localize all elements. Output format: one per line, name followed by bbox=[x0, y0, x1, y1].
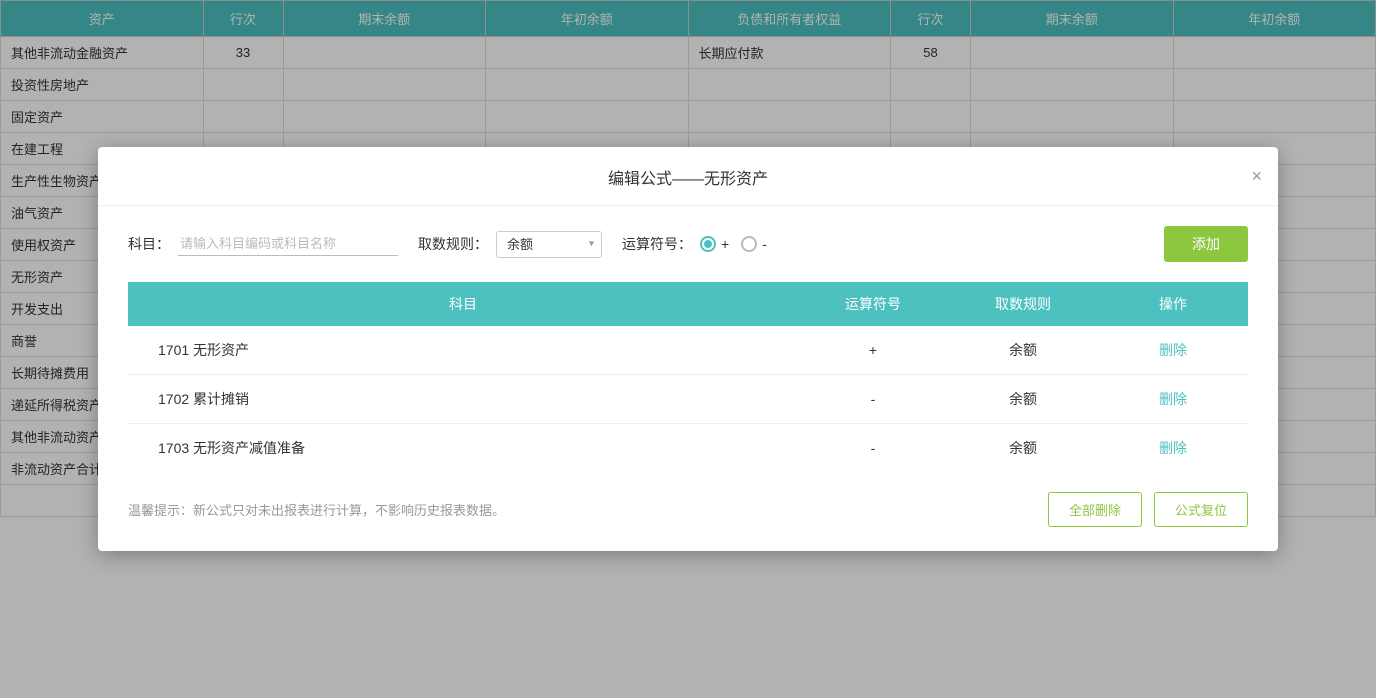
rule-select-wrapper[interactable]: 余额 借方 贷方 借方发生额 贷方发生额 ▾ bbox=[496, 231, 602, 258]
inner-subject-cell: 1701 无形资产 bbox=[128, 326, 798, 375]
inner-operator-cell: + bbox=[798, 326, 948, 375]
inner-table-row: 1703 无形资产减值准备 - 余额 删除 bbox=[128, 424, 1248, 473]
subject-label: 科目： bbox=[128, 234, 170, 254]
inner-rule-cell: 余额 bbox=[948, 424, 1098, 473]
delete-link[interactable]: 删除 bbox=[1159, 342, 1187, 358]
inner-table: 科目 运算符号 取数规则 操作 1701 无形资产 + 余额 删除 1702 累… bbox=[128, 282, 1248, 472]
radio-minus-circle bbox=[741, 236, 757, 252]
inner-rule-cell: 余额 bbox=[948, 375, 1098, 424]
operator-group: 运算符号： + - bbox=[622, 234, 767, 254]
radio-minus-label: - bbox=[762, 236, 767, 252]
inner-col-subject: 科目 bbox=[128, 282, 798, 326]
inner-table-row: 1701 无形资产 + 余额 删除 bbox=[128, 326, 1248, 375]
reset-formula-button[interactable]: 公式复位 bbox=[1154, 492, 1248, 527]
inner-action-cell: 删除 bbox=[1098, 326, 1248, 375]
inner-table-row: 1702 累计摊销 - 余额 删除 bbox=[128, 375, 1248, 424]
inner-table-wrapper: 科目 运算符号 取数规则 操作 1701 无形资产 + 余额 删除 1702 累… bbox=[128, 282, 1248, 472]
inner-action-cell: 删除 bbox=[1098, 424, 1248, 473]
inner-col-action: 操作 bbox=[1098, 282, 1248, 326]
subject-input[interactable] bbox=[178, 232, 398, 256]
radio-plus-label: + bbox=[721, 236, 729, 252]
inner-col-rule: 取数规则 bbox=[948, 282, 1098, 326]
subject-group: 科目： bbox=[128, 232, 398, 256]
modal-header: 编辑公式——无形资产 × bbox=[98, 147, 1278, 206]
inner-operator-cell: - bbox=[798, 375, 948, 424]
warning-content: 温馨提示：新公式只对未出报表进行计算，不影响历史报表数据。 bbox=[128, 503, 505, 518]
modal-dialog: 编辑公式——无形资产 × 科目： 取数规则： 余额 借方 贷方 借方发生额 贷方… bbox=[98, 147, 1278, 551]
inner-rule-cell: 余额 bbox=[948, 326, 1098, 375]
form-row: 科目： 取数规则： 余额 借方 贷方 借方发生额 贷方发生额 ▾ 运算 bbox=[98, 206, 1278, 282]
add-button[interactable]: 添加 bbox=[1164, 226, 1248, 262]
delete-link[interactable]: 删除 bbox=[1159, 391, 1187, 407]
modal-close-button[interactable]: × bbox=[1251, 167, 1262, 185]
inner-subject-cell: 1703 无形资产减值准备 bbox=[128, 424, 798, 473]
delete-link[interactable]: 删除 bbox=[1159, 440, 1187, 456]
delete-all-button[interactable]: 全部删除 bbox=[1048, 492, 1142, 527]
rule-select[interactable]: 余额 借方 贷方 借方发生额 贷方发生额 bbox=[496, 231, 602, 258]
footer-buttons: 全部删除 公式复位 bbox=[1048, 492, 1248, 527]
rule-label: 取数规则： bbox=[418, 234, 488, 254]
radio-plus[interactable]: + bbox=[700, 236, 729, 252]
modal-overlay: 编辑公式——无形资产 × 科目： 取数规则： 余额 借方 贷方 借方发生额 贷方… bbox=[0, 0, 1376, 698]
radio-group: + - bbox=[700, 236, 767, 252]
inner-operator-cell: - bbox=[798, 424, 948, 473]
modal-title: 编辑公式——无形资产 bbox=[608, 165, 768, 189]
inner-subject-cell: 1702 累计摊销 bbox=[128, 375, 798, 424]
rule-group: 取数规则： 余额 借方 贷方 借方发生额 贷方发生额 ▾ bbox=[418, 231, 602, 258]
radio-plus-circle bbox=[700, 236, 716, 252]
operator-label: 运算符号： bbox=[622, 234, 692, 254]
modal-footer: 温馨提示：新公式只对未出报表进行计算，不影响历史报表数据。 全部删除 公式复位 bbox=[98, 472, 1278, 527]
radio-minus[interactable]: - bbox=[741, 236, 767, 252]
warning-text: 温馨提示：新公式只对未出报表进行计算，不影响历史报表数据。 bbox=[128, 500, 505, 519]
inner-col-operator: 运算符号 bbox=[798, 282, 948, 326]
inner-action-cell: 删除 bbox=[1098, 375, 1248, 424]
